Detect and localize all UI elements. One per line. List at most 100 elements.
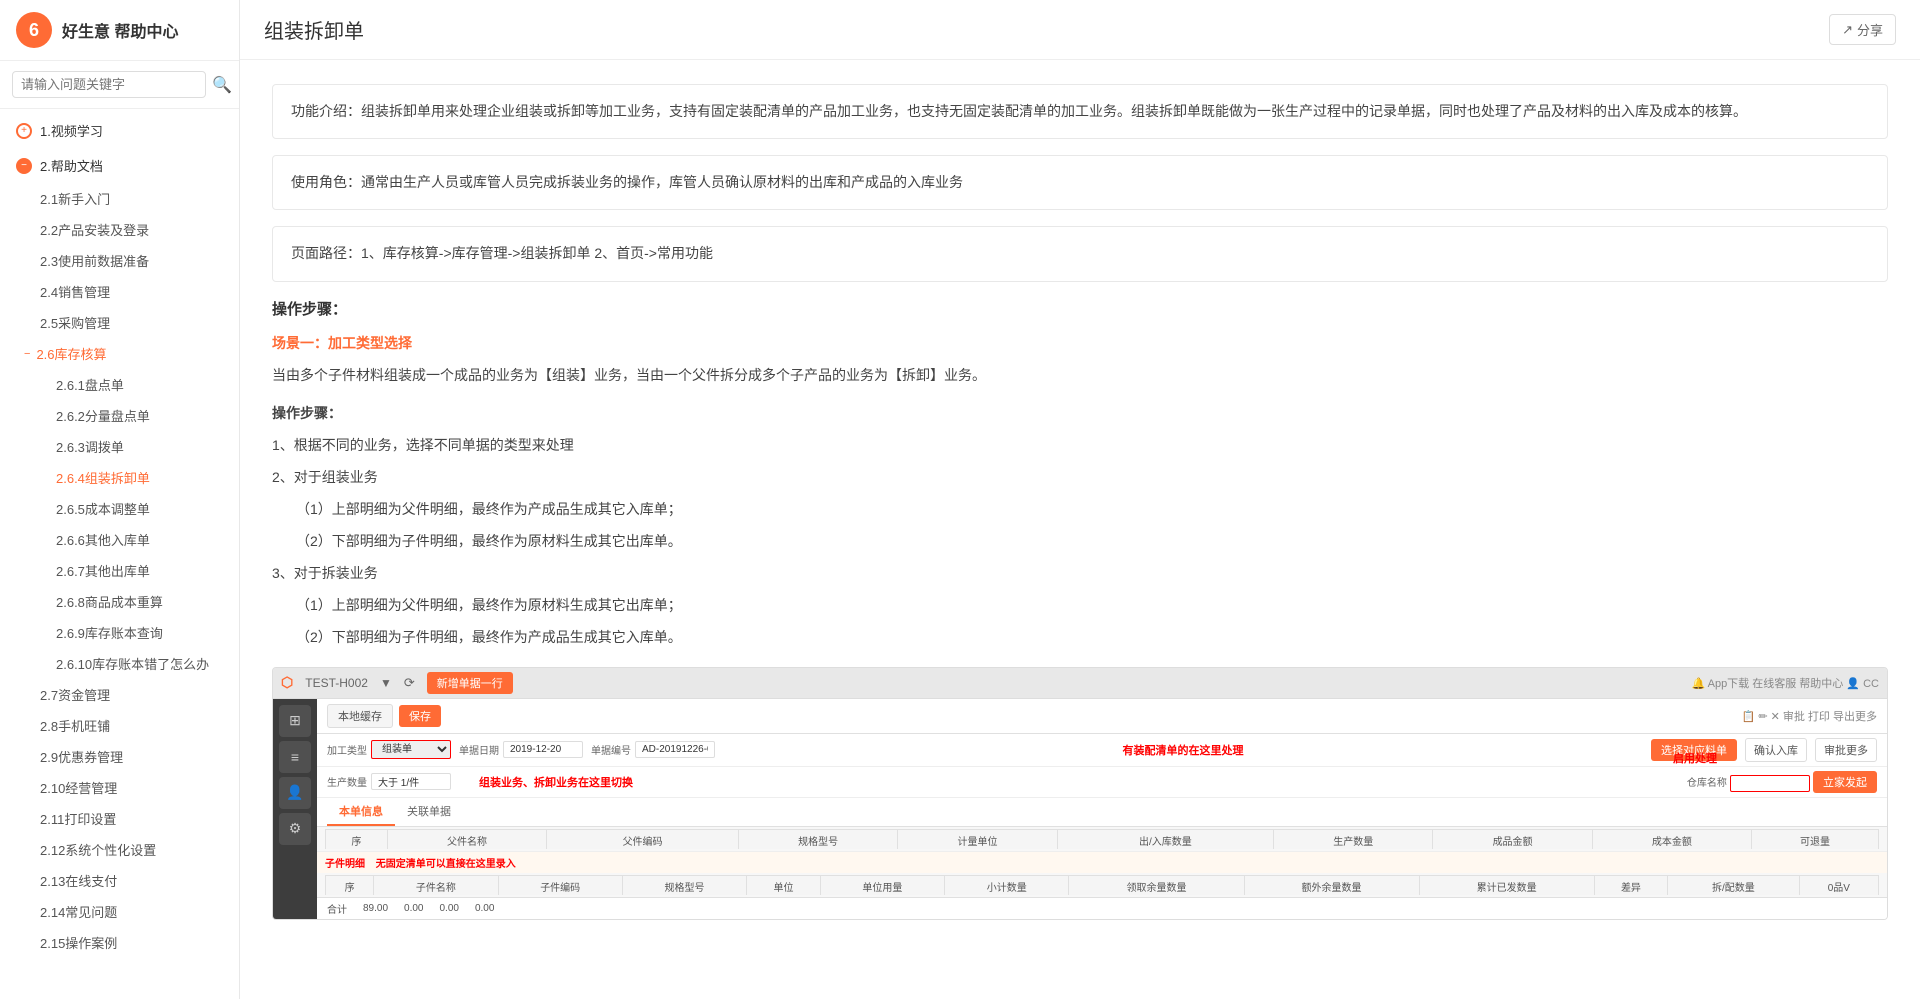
th-sub-diff: 差异 [1594,875,1668,895]
ss-warehouse-input[interactable] [1730,775,1810,792]
ss-warehouse-area: 仓库名称 立家发起 [1687,771,1877,793]
sidebar-item-faq[interactable]: 2.14常见问题 [0,896,239,927]
sidebar-item-stock10[interactable]: 2.6.10库存账本错了怎么办 [0,648,239,679]
ss-titlebar: ⬡ TEST-H002 ▼ ⟳ 新增单据一行 🔔 App下载 在线客服 帮助中心… [273,668,1887,699]
th-unit: 计量单位 [898,829,1057,849]
th-parent-code: 父件编码 [547,829,739,849]
sidebar-item-print[interactable]: 2.11打印设置 [0,803,239,834]
sidebar-item-stock[interactable]: − 2.6库存核算 [0,338,239,369]
ss-tab-main[interactable]: 本单信息 [327,798,395,826]
ss-order-label: 单据编号 [591,742,631,757]
th-return-qty: 可退量 [1752,829,1879,849]
th-sub-issued: 累计已发数量 [1419,875,1594,895]
ss-save-btn[interactable]: 保存 [399,705,441,727]
ss-confirm-btn[interactable]: 选择对应料单 [1651,739,1737,761]
ss-process-btn[interactable]: 立家发起 [1813,771,1877,793]
th-sub-0: 0品V [1799,875,1878,895]
path-block: 页面路径：1、库存核算->库存管理->组装拆卸单 2、首页->常用功能 [272,226,1888,281]
ss-upper-tabs: 本单信息 关联单据 [317,798,1887,827]
footer-total-label: 合计 [327,901,347,916]
sidebar-item-video[interactable]: + 1.视频学习 [0,113,239,148]
ss-audit-btn[interactable]: 审批更多 [1815,738,1877,762]
ann-text-2: 组装业务、拆卸业务在这里切换 [479,774,633,790]
sidebar-item-online[interactable]: 2.13在线支付 [0,865,239,896]
ss-tab-related[interactable]: 关联单据 [395,798,463,826]
ss-left-nav: ⊞ ≡ 👤 ⚙ [273,699,317,919]
screenshot-inner: ⬡ TEST-H002 ▼ ⟳ 新增单据一行 🔔 App下载 在线客服 帮助中心… [273,668,1887,919]
sidebar-item-data[interactable]: 2.3使用前数据准备 [0,245,239,276]
th-sub-code: 子件编码 [498,875,622,895]
step3a-text: （1）上部明细为父件明细，最终作为原材料生成其它出库单； [272,591,1888,619]
ann-text-4: 无固定清单可以直接在这里录入 [376,859,516,870]
sidebar-item-stock9[interactable]: 2.6.9库存账本查询 [0,617,239,648]
ss-upper-table: 序 父件名称 父件编码 规格型号 计量单位 出/入库数量 生产数量 成品金额 成 [325,829,1879,849]
sidebar-item-stock4-current[interactable]: 2.6.4组装拆卸单 [0,462,239,493]
sidebar-item-stock7[interactable]: 2.6.7其他出库单 [0,555,239,586]
sidebar-item-install[interactable]: 2.2产品安装及登录 [0,214,239,245]
ss-nav-gear[interactable]: ⚙ [279,813,311,845]
th-sub-disassemble: 拆/配数量 [1668,875,1799,895]
ss-order-input[interactable] [635,741,715,758]
main-content: 组装拆卸单 ↗ 分享 功能介绍：组装拆卸单用来处理企业组装或拆卸等加工业务，支持… [240,0,1920,999]
footer-val3: 0.00 [440,903,459,914]
footer-val4: 0.00 [475,903,494,914]
th-prod-amt: 成品金额 [1433,829,1592,849]
sidebar-item-stock8[interactable]: 2.6.8商品成本重算 [0,586,239,617]
sidebar-item-coupon[interactable]: 2.9优惠券管理 [0,741,239,772]
ss-refresh-icon: ⟳ [404,675,415,691]
search-input[interactable] [12,71,206,98]
th-cost-amt: 成本金额 [1592,829,1751,849]
ss-local-btn[interactable]: 本地缓存 [327,704,393,728]
sidebar-item-stock6[interactable]: 2.6.6其他入库单 [0,524,239,555]
sidebar-item-sales[interactable]: 2.4销售管理 [0,276,239,307]
sidebar-item-docs[interactable]: − 2.帮助文档 [0,148,239,183]
step2b-text: （2）下部明细为子件明细，最终作为原材料生成其它出库单。 [272,527,1888,555]
share-button[interactable]: ↗ 分享 [1829,14,1896,45]
ss-form-row2: 生产数量 组装业务、拆卸业务在这里切换 仓库名称 立家发起 [317,767,1887,798]
sidebar-item-stock2[interactable]: 2.6.2分量盘点单 [0,400,239,431]
sidebar-item-new[interactable]: 2.1新手入门 [0,183,239,214]
th-sub-unit-qty: 单位用量 [820,875,944,895]
ss-more-btn[interactable]: 确认入库 [1745,738,1807,762]
ss-type-select[interactable]: 组装单 [371,740,451,759]
sidebar-item-cases[interactable]: 2.15操作案例 [0,927,239,958]
ss-icons: 🔔 App下载 在线客服 帮助中心 👤 CC [1691,675,1879,691]
ss-new-btn[interactable]: 新增单据一行 [427,672,513,694]
footer-val2: 0.00 [404,903,423,914]
ss-nav-person[interactable]: 👤 [279,777,311,809]
th-sub-recv-qty: 领取余量数量 [1069,875,1244,895]
ss-nav-list[interactable]: ≡ [279,741,311,773]
ss-qty-input[interactable] [371,773,451,790]
step1-text: 1、根据不同的业务，选择不同单据的类型来处理 [272,431,1888,459]
th-sub-sub-qty: 小计数量 [945,875,1069,895]
share-label: 分享 [1857,20,1883,39]
ss-nav-home[interactable]: ⊞ [279,705,311,737]
collapse-icon: − [16,158,32,174]
path-text: 页面路径：1、库存核算->库存管理->组装拆卸单 2、首页->常用功能 [291,245,713,261]
sidebar-item-system[interactable]: 2.12系统个性化设置 [0,834,239,865]
ss-qty-field: 生产数量 [327,773,451,790]
th-sub-spec: 规格型号 [622,875,746,895]
ss-type-label: 加工类型 [327,742,367,757]
sidebar-item-purchase[interactable]: 2.5采购管理 [0,307,239,338]
sidebar-item-stock1[interactable]: 2.6.1盘点单 [0,369,239,400]
ss-footer: 合计 89.00 0.00 0.00 0.00 [317,897,1887,919]
sidebar-item-stock5[interactable]: 2.6.5成本调整单 [0,493,239,524]
share-icon: ↗ [1842,22,1853,38]
step3-text: 3、对于拆装业务 [272,559,1888,587]
sidebar-item-ops[interactable]: 2.10经营管理 [0,772,239,803]
ss-main-form: 本地缓存 保存 📋 ✏ ✕ 审批 打印 导出更多 加工类型 组装单 [317,699,1887,919]
sidebar-item-finance[interactable]: 2.7资金管理 [0,679,239,710]
page-title: 组装拆卸单 [264,15,364,44]
ss-ops-icons: 📋 ✏ ✕ 审批 打印 导出更多 [1742,708,1877,724]
ss-logo: ⬡ [281,674,293,691]
search-icon[interactable]: 🔍 [212,75,232,95]
steps-list: 操作步骤： 1、根据不同的业务，选择不同单据的类型来处理 2、对于组装业务 （1… [272,399,1888,651]
nav-section: + 1.视频学习 − 2.帮助文档 2.1新手入门 2.2产品安装及登录 2.3… [0,109,239,962]
ss-company: TEST-H002 [305,676,368,690]
sidebar-item-mobile[interactable]: 2.8手机旺铺 [0,710,239,741]
ss-order-field: 单据编号 [591,741,715,758]
ss-date-input[interactable] [503,741,583,758]
th-seq: 序 [326,829,388,849]
sidebar-item-stock3[interactable]: 2.6.3调拨单 [0,431,239,462]
